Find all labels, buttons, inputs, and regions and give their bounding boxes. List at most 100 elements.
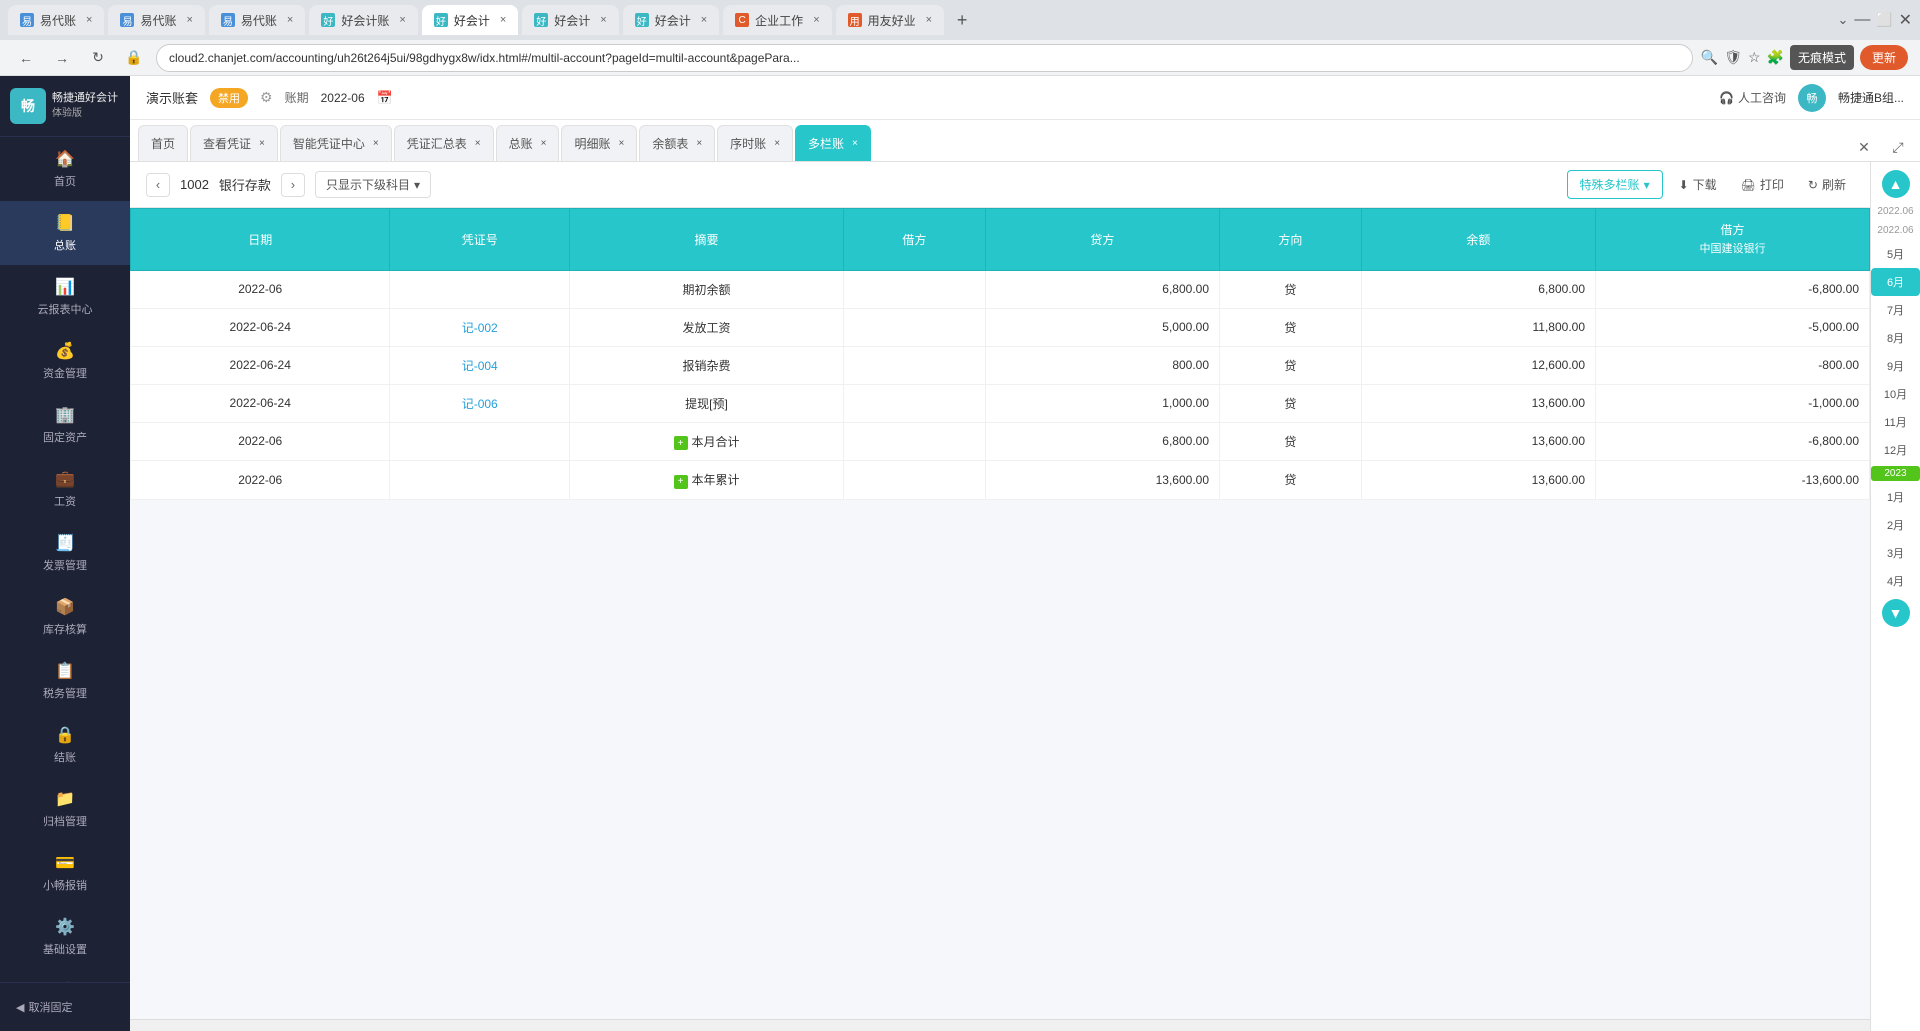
wuhen-mode-button[interactable]: 无痕模式 xyxy=(1790,45,1854,70)
page-tab-voucher[interactable]: 查看凭证 × xyxy=(190,125,278,161)
expand-button[interactable]: ⤢ xyxy=(1884,133,1912,161)
sidebar-item-payroll[interactable]: 💼 工资 xyxy=(0,457,130,521)
forward-button[interactable]: → xyxy=(48,44,76,72)
special-multicolumn-button[interactable]: 特殊多栏账 ▾ xyxy=(1567,170,1663,199)
search-icon[interactable]: 🔍 xyxy=(1701,49,1718,66)
cal-month-8[interactable]: 8月 xyxy=(1871,324,1920,352)
tab-close-9[interactable]: × xyxy=(926,14,932,26)
page-tab-voucher-close[interactable]: × xyxy=(259,138,265,149)
sidebar-item-home[interactable]: 🏠 首页 xyxy=(0,137,130,201)
page-tab-summary-close[interactable]: × xyxy=(475,138,481,149)
tab-close-4[interactable]: × xyxy=(399,14,405,26)
pin-button[interactable]: ◀ 取消固定 xyxy=(10,993,120,1021)
maximize-button[interactable]: ⬜ xyxy=(1876,12,1892,28)
user-avatar[interactable]: 畅 xyxy=(1798,84,1826,112)
cal-month-12[interactable]: 12月 xyxy=(1871,436,1920,464)
tab-close-8[interactable]: × xyxy=(813,14,819,26)
sidebar-item-inventory[interactable]: 📦 库存核算 xyxy=(0,585,130,649)
tab-close-7[interactable]: × xyxy=(701,14,707,26)
period-value[interactable]: 2022-06 xyxy=(321,91,365,105)
download-button[interactable]: ⬇ 下载 xyxy=(1671,171,1725,198)
sidebar-item-expense[interactable]: 💳 小畅报销 xyxy=(0,841,130,905)
sidebar-item-invoice[interactable]: 🧾 发票管理 xyxy=(0,521,130,585)
browser-tab-7[interactable]: 好 好会计 × xyxy=(623,5,719,35)
voucher-link[interactable]: 记-004 xyxy=(462,359,498,373)
cal-month-2023-2[interactable]: 2月 xyxy=(1871,511,1920,539)
cell-voucher[interactable]: 记-002 xyxy=(390,308,570,346)
page-tab-sequence[interactable]: 序时账 × xyxy=(717,125,793,161)
print-button[interactable]: 🖨 打印 xyxy=(1733,171,1792,198)
sidebar-item-funds[interactable]: 💰 资金管理 xyxy=(0,329,130,393)
new-tab-button[interactable]: + xyxy=(948,6,976,34)
tab-list-button[interactable]: ⌄ xyxy=(1838,12,1849,28)
voucher-link[interactable]: 记-006 xyxy=(462,397,498,411)
update-button[interactable]: 更新 xyxy=(1860,45,1908,70)
cal-month-7[interactable]: 7月 xyxy=(1871,296,1920,324)
tab-close-6[interactable]: × xyxy=(600,14,606,26)
calendar-up-button[interactable]: ▲ xyxy=(1882,170,1910,198)
sidebar-item-tax[interactable]: 📋 税务管理 xyxy=(0,649,130,713)
home-nav-button[interactable]: 🔒 xyxy=(120,44,148,72)
browser-tab-2[interactable]: 易 易代账 × xyxy=(108,5,204,35)
sidebar-item-close[interactable]: 🔒 结账 xyxy=(0,713,130,777)
sidebar-item-guide[interactable]: 📌 新手引导 xyxy=(0,969,130,982)
page-tab-smart-voucher-close[interactable]: × xyxy=(373,138,379,149)
page-tab-smart-voucher[interactable]: 智能凭证中心 × xyxy=(280,125,392,161)
minimize-button[interactable]: — xyxy=(1854,11,1870,29)
page-tab-general-ledger[interactable]: 总账 × xyxy=(496,125,560,161)
sidebar-item-reports[interactable]: 📊 云报表中心 xyxy=(0,265,130,329)
page-tab-detail[interactable]: 明细账 × xyxy=(561,125,637,161)
cal-month-2023-1[interactable]: 1月 xyxy=(1871,483,1920,511)
sidebar-item-archive[interactable]: 📁 归档管理 xyxy=(0,777,130,841)
page-tab-general-ledger-close[interactable]: × xyxy=(541,138,547,149)
calendar-down-button[interactable]: ▼ xyxy=(1882,599,1910,627)
cal-month-11[interactable]: 11月 xyxy=(1871,408,1920,436)
sidebar-item-settings[interactable]: ⚙️ 基础设置 xyxy=(0,905,130,969)
page-tab-balance-close[interactable]: × xyxy=(696,138,702,149)
browser-tab-1[interactable]: 易 易代账 × xyxy=(8,5,104,35)
browser-tab-9[interactable]: 用 用友好业 × xyxy=(836,5,944,35)
cal-month-5[interactable]: 5月 xyxy=(1871,240,1920,268)
consult-button[interactable]: 🎧 人工咨询 xyxy=(1719,89,1786,106)
page-tab-detail-close[interactable]: × xyxy=(618,138,624,149)
filter-dropdown[interactable]: 只显示下级科目 ▾ xyxy=(315,171,431,198)
tab-close-1[interactable]: × xyxy=(86,14,92,26)
cell-voucher[interactable]: 记-006 xyxy=(390,384,570,422)
page-tab-summary[interactable]: 凭证汇总表 × xyxy=(394,125,494,161)
sidebar-item-ledger[interactable]: 📒 总账 xyxy=(0,201,130,265)
cal-month-2023-3[interactable]: 3月 xyxy=(1871,539,1920,567)
browser-tab-4[interactable]: 好 好会计账 × xyxy=(309,5,417,35)
page-tab-balance[interactable]: 余额表 × xyxy=(639,125,715,161)
close-panel-button[interactable]: ✕ xyxy=(1850,133,1878,161)
browser-tab-5[interactable]: 好 好会计 × xyxy=(422,5,518,35)
prev-subject-button[interactable]: ‹ xyxy=(146,173,170,197)
browser-tab-8[interactable]: C 企业工作 × xyxy=(723,5,831,35)
calendar-icon[interactable]: 📅 xyxy=(377,90,393,106)
browser-tab-6[interactable]: 好 好会计 × xyxy=(522,5,618,35)
horizontal-scrollbar[interactable] xyxy=(130,1019,1870,1031)
tab-close-2[interactable]: × xyxy=(186,14,192,26)
cell-voucher[interactable]: 记-004 xyxy=(390,346,570,384)
cal-month-9[interactable]: 9月 xyxy=(1871,352,1920,380)
shield-icon[interactable]: 🛡 xyxy=(1724,49,1742,66)
url-bar[interactable]: cloud2.chanjet.com/accounting/uh26t264j5… xyxy=(156,44,1693,72)
refresh-data-button[interactable]: ↻ 刷新 xyxy=(1800,171,1854,198)
cal-month-6[interactable]: 6月 xyxy=(1871,268,1920,296)
browser-tab-3[interactable]: 易 易代账 × xyxy=(209,5,305,35)
refresh-button[interactable]: ↻ xyxy=(84,44,112,72)
tab-close-5[interactable]: × xyxy=(500,14,506,26)
page-tab-multicolumn[interactable]: 多栏账 × xyxy=(795,125,871,161)
back-button[interactable]: ← xyxy=(12,44,40,72)
page-tab-home[interactable]: 首页 xyxy=(138,125,188,161)
page-tab-multicolumn-close[interactable]: × xyxy=(852,138,858,149)
extension-icon[interactable]: 🧩 xyxy=(1767,49,1784,66)
bookmark-icon[interactable]: ☆ xyxy=(1748,49,1761,66)
cal-month-10[interactable]: 10月 xyxy=(1871,380,1920,408)
sidebar-item-assets[interactable]: 🏢 固定资产 xyxy=(0,393,130,457)
page-tab-sequence-close[interactable]: × xyxy=(774,138,780,149)
settings-gear-icon[interactable]: ⚙ xyxy=(260,89,273,106)
next-subject-button[interactable]: › xyxy=(281,173,305,197)
voucher-link[interactable]: 记-002 xyxy=(462,321,498,335)
cal-month-2023-4[interactable]: 4月 xyxy=(1871,567,1920,595)
close-window-button[interactable]: ✕ xyxy=(1899,10,1912,30)
